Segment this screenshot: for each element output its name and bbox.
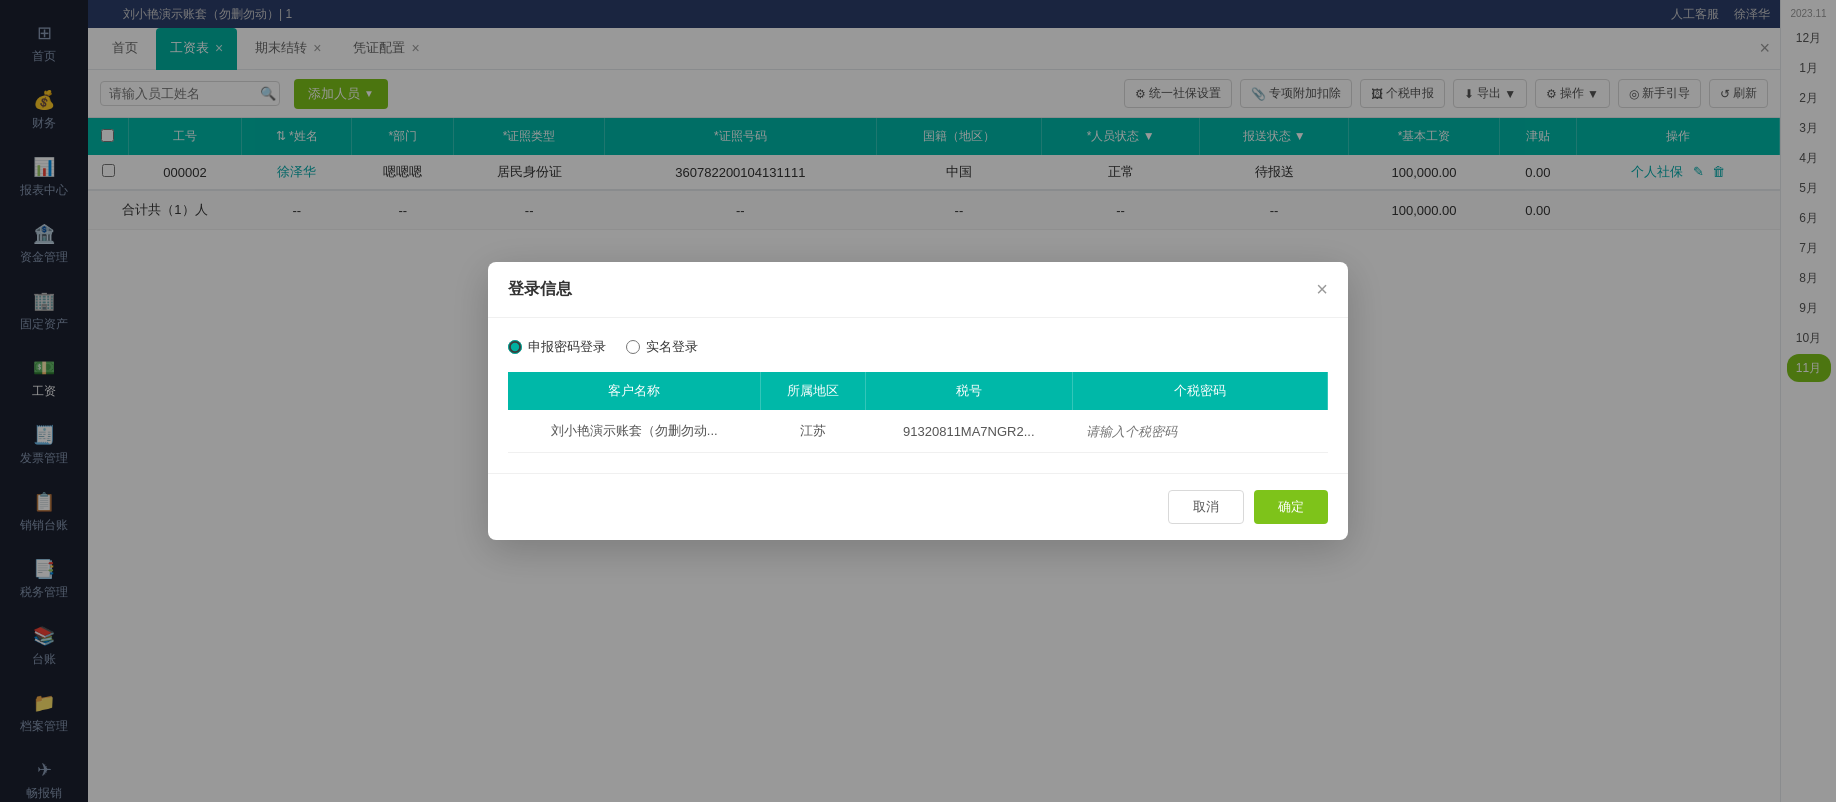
modal-close-button[interactable]: ×: [1316, 278, 1328, 301]
modal-title: 登录信息: [508, 279, 572, 300]
radio-realname-label: 实名登录: [646, 338, 698, 356]
tax-password-cell[interactable]: [1072, 410, 1327, 453]
radio-realname-input[interactable]: [626, 340, 640, 354]
login-modal: 登录信息 × 申报密码登录 实名登录 客户名称 所属地区: [488, 262, 1348, 540]
confirm-button[interactable]: 确定: [1254, 490, 1328, 524]
modal-header: 登录信息 ×: [488, 262, 1348, 318]
radio-password-login[interactable]: 申报密码登录: [508, 338, 606, 356]
login-info-row: 刘小艳演示账套（勿删勿动... 江苏 91320811MA7NGR2...: [508, 410, 1328, 453]
col-region: 所属地区: [760, 372, 865, 410]
login-type-group: 申报密码登录 实名登录: [508, 338, 1328, 356]
region-cell: 江苏: [760, 410, 865, 453]
radio-password-label: 申报密码登录: [528, 338, 606, 356]
radio-password-input[interactable]: [508, 340, 522, 354]
modal-body: 申报密码登录 实名登录 客户名称 所属地区 税号 个税密码: [488, 318, 1348, 473]
cancel-button[interactable]: 取消: [1168, 490, 1244, 524]
modal-overlay[interactable]: 登录信息 × 申报密码登录 实名登录 客户名称 所属地区: [0, 0, 1836, 802]
tax-password-input[interactable]: [1086, 424, 1313, 439]
radio-realname-login[interactable]: 实名登录: [626, 338, 698, 356]
login-info-table: 客户名称 所属地区 税号 个税密码 刘小艳演示账套（勿删勿动... 江苏 913…: [508, 372, 1328, 453]
col-client-name: 客户名称: [508, 372, 760, 410]
tax-no-cell: 91320811MA7NGR2...: [865, 410, 1072, 453]
col-tax-no: 税号: [865, 372, 1072, 410]
client-name-cell: 刘小艳演示账套（勿删勿动...: [508, 410, 760, 453]
modal-footer: 取消 确定: [488, 473, 1348, 540]
col-tax-password: 个税密码: [1072, 372, 1327, 410]
